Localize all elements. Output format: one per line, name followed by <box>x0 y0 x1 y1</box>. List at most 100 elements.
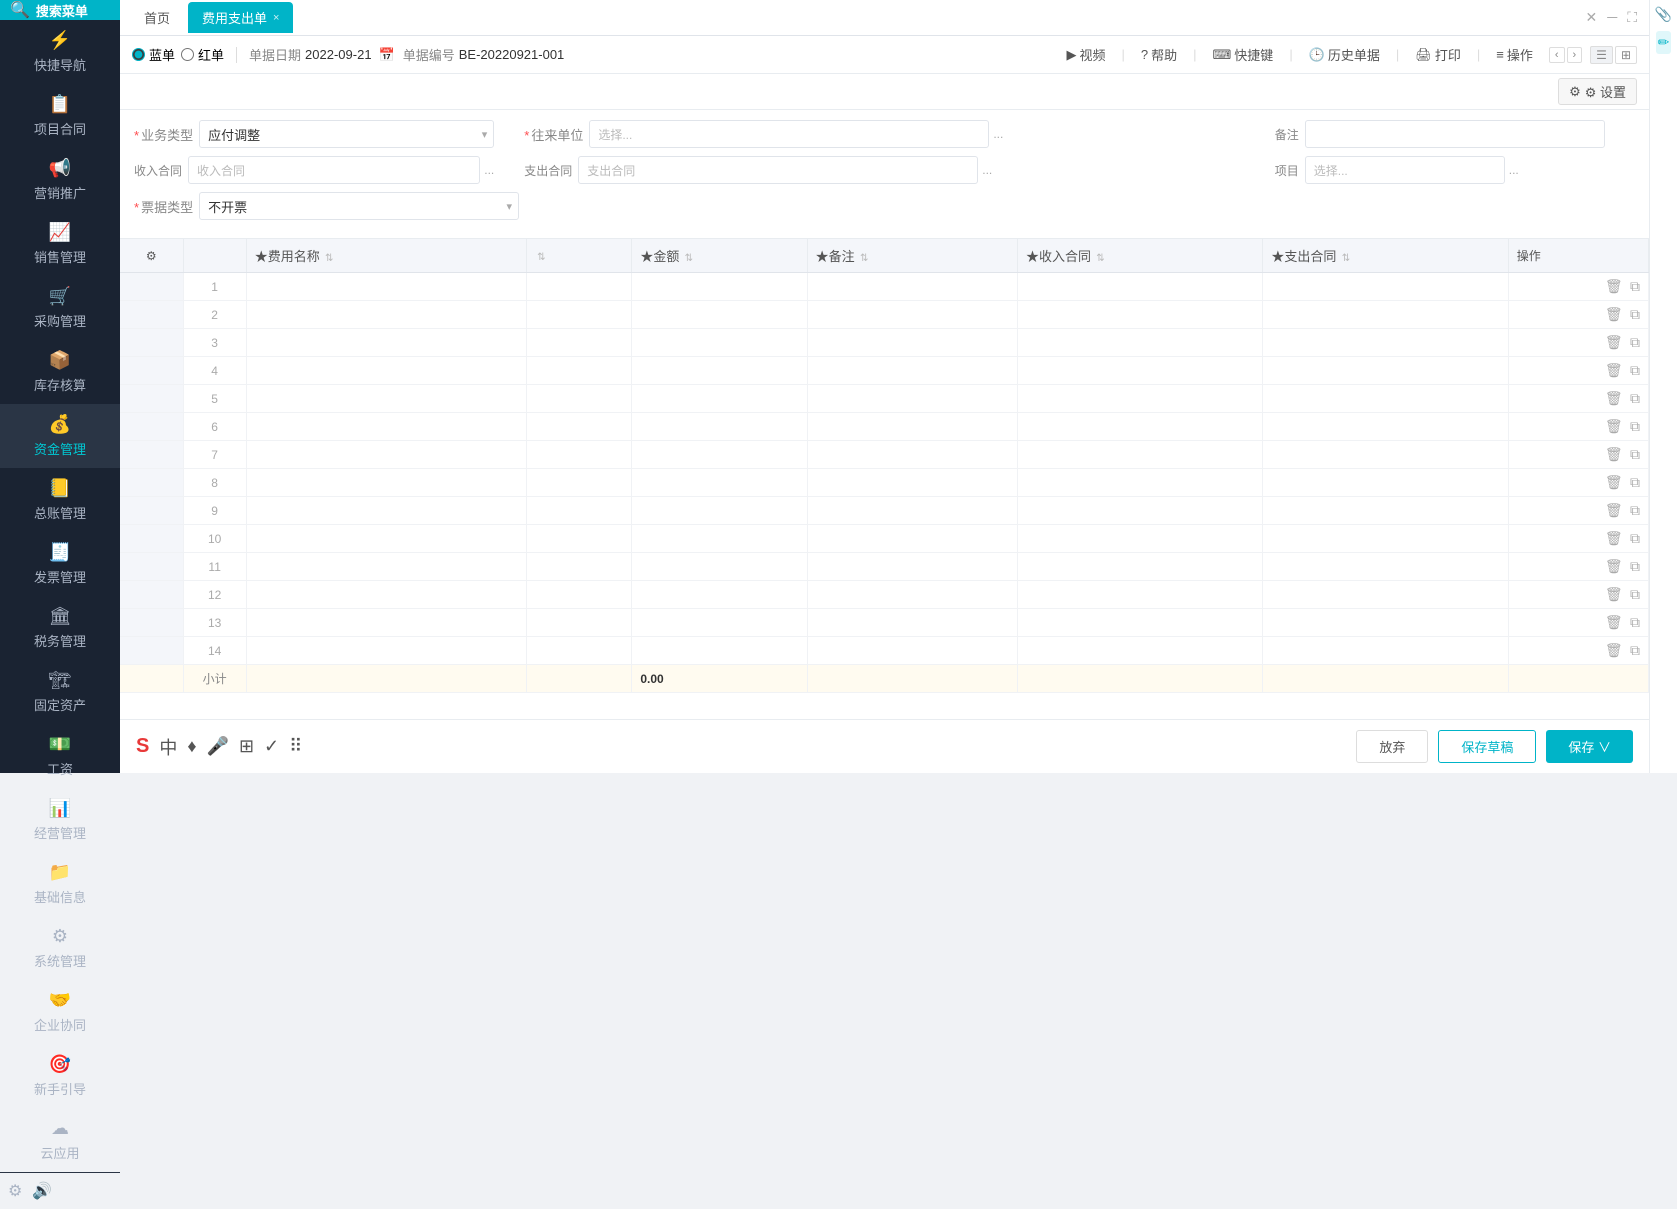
sidebar-search[interactable]: 🔍 搜索菜单 <box>0 0 120 20</box>
row-expense-9[interactable] <box>1263 497 1508 525</box>
row-income-2[interactable] <box>1017 301 1262 329</box>
row-expense-name-13[interactable] <box>246 609 526 637</box>
sidebar-item-sys-mgmt[interactable]: ⚙ 系统管理 <box>0 916 120 980</box>
sidebar-item-fixed-assets[interactable]: 🏗 固定资产 <box>0 660 120 724</box>
tab-expense-close[interactable]: × <box>273 12 279 24</box>
row-expense-name-4[interactable] <box>246 357 526 385</box>
red-radio-label[interactable]: 红单 <box>181 45 224 64</box>
row-expense-7[interactable] <box>1263 441 1508 469</box>
row-sort-4[interactable] <box>527 357 632 385</box>
row-sort-3[interactable] <box>527 329 632 357</box>
row-note-13[interactable] <box>807 609 1017 637</box>
row-income-7[interactable] <box>1017 441 1262 469</box>
row-expense-name-6[interactable] <box>246 413 526 441</box>
red-radio[interactable] <box>181 48 194 61</box>
row-note-2[interactable] <box>807 301 1017 329</box>
row-income-13[interactable] <box>1017 609 1262 637</box>
row-expense-1[interactable] <box>1263 273 1508 301</box>
row-copy-7[interactable]: ⧉ <box>1630 446 1640 462</box>
sidebar-item-fund-mgmt[interactable]: 💰 资金管理 <box>0 404 120 468</box>
print-btn[interactable]: 🖨 打印 <box>1407 42 1469 67</box>
row-delete-1[interactable]: 🗑 <box>1605 278 1623 294</box>
row-delete-10[interactable]: 🗑 <box>1605 530 1623 546</box>
video-btn[interactable]: ▶ 视频 <box>1058 42 1113 67</box>
row-expense-name-14[interactable] <box>246 637 526 665</box>
row-sort-9[interactable] <box>527 497 632 525</box>
row-expense-10[interactable] <box>1263 525 1508 553</box>
row-copy-12[interactable]: ⧉ <box>1630 586 1640 602</box>
operations-btn[interactable]: ≡ 操作 <box>1488 42 1541 67</box>
row-income-9[interactable] <box>1017 497 1262 525</box>
row-note-11[interactable] <box>807 553 1017 581</box>
row-note-14[interactable] <box>807 637 1017 665</box>
tab-expense[interactable]: 费用支出单 × <box>188 2 293 33</box>
row-delete-5[interactable]: 🗑 <box>1605 390 1623 406</box>
calendar-icon[interactable]: 📅 <box>379 47 395 63</box>
sidebar-item-tax-mgmt[interactable]: 🏛 税务管理 <box>0 596 120 660</box>
row-expense-name-11[interactable] <box>246 553 526 581</box>
row-amount-12[interactable] <box>632 581 807 609</box>
discard-button[interactable]: 放弃 <box>1356 730 1428 763</box>
row-delete-14[interactable]: 🗑 <box>1605 642 1623 658</box>
edge-icon-attach[interactable]: 📎 <box>1655 6 1672 23</box>
sidebar-item-invoice-mgmt[interactable]: 🧾 发票管理 <box>0 532 120 596</box>
row-note-5[interactable] <box>807 385 1017 413</box>
business-type-input[interactable]: 应付调整 <box>199 120 494 148</box>
row-expense-name-2[interactable] <box>246 301 526 329</box>
row-delete-11[interactable]: 🗑 <box>1605 558 1623 574</box>
row-delete-12[interactable]: 🗑 <box>1605 586 1623 602</box>
col-settings[interactable]: ⚙ <box>120 239 183 273</box>
expense-contract-input[interactable]: 支出合同 <box>578 156 978 184</box>
modal-maximize-btn[interactable]: ⛶ <box>1625 7 1639 28</box>
row-delete-3[interactable]: 🗑 <box>1605 334 1623 350</box>
row-expense-name-9[interactable] <box>246 497 526 525</box>
row-copy-14[interactable]: ⧉ <box>1630 642 1640 658</box>
sidebar-item-new-guide[interactable]: 🎯 新手引导 <box>0 1044 120 1108</box>
row-amount-5[interactable] <box>632 385 807 413</box>
row-income-5[interactable] <box>1017 385 1262 413</box>
row-amount-1[interactable] <box>632 273 807 301</box>
col-amount[interactable]: ★金额 ⇅ <box>632 239 807 273</box>
sidebar-item-cloud-apps[interactable]: ☁ 云应用 <box>0 1108 120 1172</box>
row-income-14[interactable] <box>1017 637 1262 665</box>
row-amount-11[interactable] <box>632 553 807 581</box>
row-sort-11[interactable] <box>527 553 632 581</box>
row-amount-4[interactable] <box>632 357 807 385</box>
row-copy-8[interactable]: ⧉ <box>1630 474 1640 490</box>
row-copy-10[interactable]: ⧉ <box>1630 530 1640 546</box>
sidebar-item-base-info[interactable]: 📁 基础信息 <box>0 852 120 916</box>
sidebar-item-sales-mgmt[interactable]: 📈 销售管理 <box>0 212 120 276</box>
view-list-btn[interactable]: ☰ <box>1590 46 1613 64</box>
sidebar-item-quick-nav[interactable]: ⚡ 快捷导航 <box>0 20 120 84</box>
row-expense-8[interactable] <box>1263 469 1508 497</box>
row-delete-2[interactable]: 🗑 <box>1605 306 1623 322</box>
row-delete-9[interactable]: 🗑 <box>1605 502 1623 518</box>
row-delete-8[interactable]: 🗑 <box>1605 474 1623 490</box>
row-copy-4[interactable]: ⧉ <box>1630 362 1640 378</box>
row-sort-13[interactable] <box>527 609 632 637</box>
row-copy-9[interactable]: ⧉ <box>1630 502 1640 518</box>
row-amount-10[interactable] <box>632 525 807 553</box>
row-delete-4[interactable]: 🗑 <box>1605 362 1623 378</box>
row-income-3[interactable] <box>1017 329 1262 357</box>
history-btn[interactable]: 🕒 历史单据 <box>1301 42 1388 67</box>
row-expense-name-10[interactable] <box>246 525 526 553</box>
modal-minimize-btn[interactable]: － <box>1603 6 1621 30</box>
nav-next-btn[interactable]: › <box>1567 47 1583 63</box>
partner-input[interactable]: 选择... <box>589 120 989 148</box>
row-expense-name-5[interactable] <box>246 385 526 413</box>
footer-icon-zhong[interactable]: 中 <box>159 734 177 760</box>
row-expense-name-1[interactable] <box>246 273 526 301</box>
row-note-7[interactable] <box>807 441 1017 469</box>
row-expense-14[interactable] <box>1263 637 1508 665</box>
row-amount-14[interactable] <box>632 637 807 665</box>
row-sort-2[interactable] <box>527 301 632 329</box>
row-sort-1[interactable] <box>527 273 632 301</box>
row-amount-7[interactable] <box>632 441 807 469</box>
view-grid-btn[interactable]: ⊞ <box>1615 46 1637 64</box>
row-income-11[interactable] <box>1017 553 1262 581</box>
row-income-1[interactable] <box>1017 273 1262 301</box>
row-copy-5[interactable]: ⧉ <box>1630 390 1640 406</box>
row-income-10[interactable] <box>1017 525 1262 553</box>
row-amount-2[interactable] <box>632 301 807 329</box>
